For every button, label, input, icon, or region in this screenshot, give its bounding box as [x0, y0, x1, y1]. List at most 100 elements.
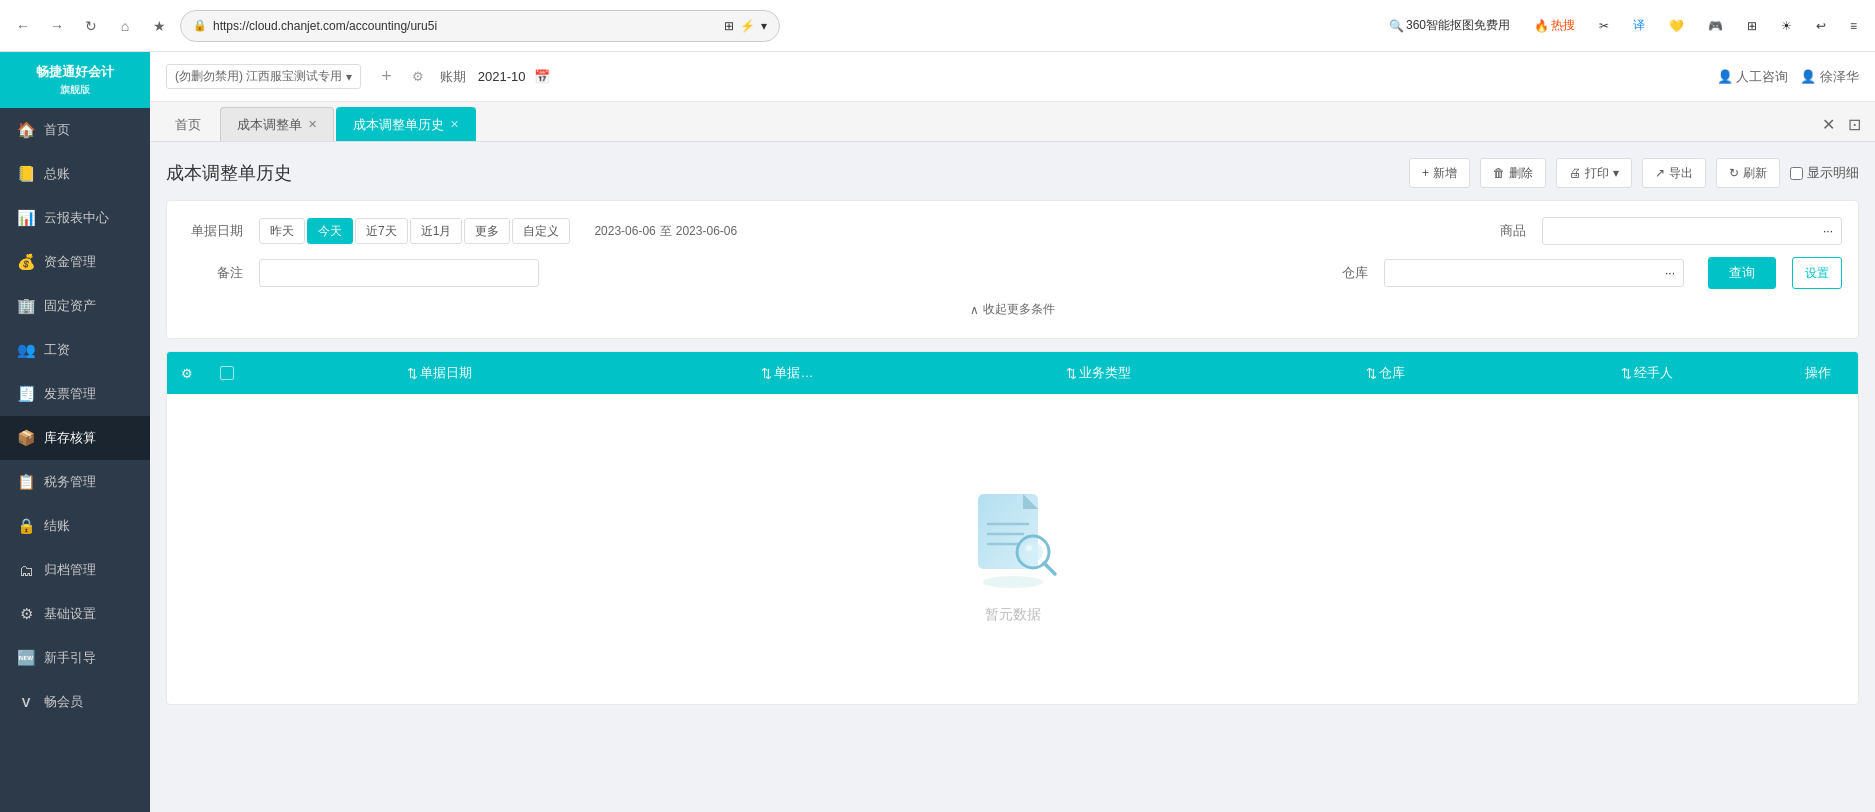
close-all-tabs-btn[interactable]: ✕	[1815, 111, 1841, 137]
sidebar-item-reports[interactable]: 📊 云报表中心	[0, 196, 150, 240]
show-detail-checkbox-wrapper[interactable]: 显示明细	[1790, 164, 1859, 182]
tab-home[interactable]: 首页	[158, 107, 218, 141]
tab-cost-history-close[interactable]: ✕	[450, 118, 459, 131]
sidebar-item-fixed-assets-label: 固定资产	[44, 297, 96, 315]
back-button[interactable]: ←	[10, 13, 36, 39]
sidebar-item-tax[interactable]: 📋 税务管理	[0, 460, 150, 504]
brightness-btn[interactable]: ☀	[1773, 12, 1800, 40]
bookmark-button[interactable]: ★	[146, 13, 172, 39]
remark-label: 备注	[183, 264, 243, 282]
date-more-btn[interactable]: 更多	[464, 218, 510, 244]
sidebar-item-close[interactable]: 🔒 结账	[0, 504, 150, 548]
query-btn[interactable]: 查询	[1708, 257, 1776, 289]
table-header-checkbox[interactable]	[207, 366, 247, 380]
content-area: 成本调整单历史 + 新增 🗑 删除 🖨 打印 ▾	[150, 142, 1875, 812]
docno-col-text: 单据…	[774, 364, 813, 382]
sidebar-item-invoices[interactable]: 🧾 发票管理	[0, 372, 150, 416]
tab-cost-adjust-close[interactable]: ✕	[308, 118, 317, 131]
delete-btn[interactable]: 🗑 删除	[1480, 158, 1546, 188]
game-btn[interactable]: 🎮	[1700, 12, 1731, 40]
table-header-operator[interactable]: ⇅ 经手人	[1516, 364, 1778, 382]
delete-icon: 🗑	[1493, 166, 1505, 180]
sidebar-item-payroll[interactable]: 👥 工资	[0, 328, 150, 372]
sidebar-item-home[interactable]: 🏠 首页	[0, 108, 150, 152]
user-service-icon: 👤	[1717, 69, 1733, 84]
company-dropdown-icon: ▾	[346, 70, 352, 84]
sidebar-item-vip[interactable]: V 畅会员	[0, 680, 150, 724]
calendar-icon[interactable]: 📅	[534, 69, 550, 84]
show-detail-checkbox[interactable]	[1790, 167, 1803, 180]
filter-settings-label: 设置	[1805, 265, 1829, 282]
translate-btn[interactable]: 译	[1625, 12, 1653, 40]
sidebar-item-fixed-assets[interactable]: 🏢 固定资产	[0, 284, 150, 328]
date-yesterday-btn[interactable]: 昨天	[259, 218, 305, 244]
wallet-btn[interactable]: 💛	[1661, 12, 1692, 40]
table-header-doc-no[interactable]: ⇅ 单据…	[632, 364, 943, 382]
header-checkbox[interactable]	[220, 366, 234, 380]
app-logo: 畅捷通好会计 旗舰版	[0, 52, 150, 108]
tab-cost-history-label: 成本调整单历史	[353, 116, 444, 134]
settings-gear-btn[interactable]: ⚙	[412, 69, 424, 84]
search-tool-btn[interactable]: 🔍 360智能抠图免费用	[1381, 12, 1518, 40]
remark-input[interactable]	[259, 259, 539, 287]
filter-settings-btn[interactable]: 设置	[1792, 257, 1842, 289]
sidebar-item-inventory[interactable]: 📦 库存核算	[0, 416, 150, 460]
new-btn-label: 新增	[1433, 165, 1457, 182]
sidebar-item-guide[interactable]: 🆕 新手引导	[0, 636, 150, 680]
sidebar-item-ledger-label: 总账	[44, 165, 70, 183]
home-button[interactable]: ⌂	[112, 13, 138, 39]
add-company-btn[interactable]: +	[369, 62, 404, 92]
refresh-page-btn[interactable]: ↻ 刷新	[1716, 158, 1780, 188]
sidebar-item-ledger[interactable]: 📒 总账	[0, 152, 150, 196]
sidebar-item-settings[interactable]: ⚙ 基础设置	[0, 592, 150, 636]
filter-row-warehouse: 备注 仓库 ··· 查询 设置	[183, 257, 1842, 289]
tab-cost-history[interactable]: 成本调整单历史 ✕	[336, 107, 476, 141]
date-today-btn[interactable]: 今天	[307, 218, 353, 244]
actions-col-text: 操作	[1805, 364, 1831, 382]
main-area: (勿删勿禁用) 江西服宝测试专用 ▾ + ⚙ 账期 2021-10 📅 👤 人工…	[150, 52, 1875, 812]
date-7days-btn[interactable]: 近7天	[355, 218, 408, 244]
export-btn[interactable]: ↗ 导出	[1642, 158, 1706, 188]
company-selector[interactable]: (勿删勿禁用) 江西服宝测试专用 ▾	[166, 64, 361, 89]
refresh-button[interactable]: ↻	[78, 13, 104, 39]
date-shortcuts: 昨天 今天 近7天 近1月 更多 自定义	[259, 218, 570, 244]
new-btn[interactable]: + 新增	[1409, 158, 1470, 188]
sidebar-item-guide-label: 新手引导	[44, 649, 96, 667]
table-header-biz-type[interactable]: ⇅ 业务类型	[943, 364, 1254, 382]
user-profile-btn[interactable]: 👤 徐泽华	[1800, 68, 1859, 86]
undo-btn[interactable]: ↩	[1808, 12, 1834, 40]
sidebar-item-reports-label: 云报表中心	[44, 209, 109, 227]
table-header-date[interactable]: ⇅ 单据日期	[247, 364, 632, 382]
warehouse-filter-select[interactable]: ···	[1384, 259, 1684, 287]
plus-icon: +	[1422, 166, 1429, 180]
svg-line-9	[1044, 563, 1055, 574]
forward-button[interactable]: →	[44, 13, 70, 39]
operator-col-text: 经手人	[1634, 364, 1673, 382]
goods-filter-select[interactable]: ···	[1542, 217, 1842, 245]
print-btn[interactable]: 🖨 打印 ▾	[1556, 158, 1632, 188]
filter-row-date: 单据日期 昨天 今天 近7天 近1月 更多 自定义 2023-06-06 至 2…	[183, 217, 1842, 245]
sidebar-item-tax-label: 税务管理	[44, 473, 96, 491]
hot-search-btn[interactable]: 🔥 热搜	[1526, 12, 1583, 40]
address-bar[interactable]: 🔒 https://cloud.chanjet.com/accounting/u…	[180, 10, 780, 42]
top-bar-left: (勿删勿禁用) 江西服宝测试专用 ▾ + ⚙ 账期 2021-10 📅	[166, 62, 1705, 92]
date-to: 2023-06-06	[676, 224, 737, 238]
collapse-btn[interactable]: ∧ 收起更多条件	[970, 301, 1055, 318]
logo-sub: 旗舰版	[60, 83, 90, 97]
sidebar-item-close-label: 结账	[44, 517, 70, 535]
menu-btn[interactable]: ≡	[1842, 12, 1865, 40]
warehouse-col-label: ⇅	[1366, 366, 1377, 381]
table-header-settings[interactable]: ⚙	[167, 366, 207, 381]
user-service-btn[interactable]: 👤 人工咨询	[1717, 68, 1789, 86]
date-1month-btn[interactable]: 近1月	[410, 218, 463, 244]
sidebar-item-funds[interactable]: 💰 资金管理	[0, 240, 150, 284]
table-header-warehouse[interactable]: ⇅ 仓库	[1254, 364, 1516, 382]
date-custom-btn[interactable]: 自定义	[512, 218, 570, 244]
archive-icon: 🗂	[16, 562, 36, 579]
scissors-btn[interactable]: ✂	[1591, 12, 1617, 40]
tab-cost-adjust[interactable]: 成本调整单 ✕	[220, 107, 334, 141]
expand-btn[interactable]: ⊡	[1841, 111, 1867, 137]
sidebar-item-archive[interactable]: 🗂 归档管理	[0, 548, 150, 592]
grid-btn[interactable]: ⊞	[1739, 12, 1765, 40]
sidebar-item-funds-label: 资金管理	[44, 253, 96, 271]
